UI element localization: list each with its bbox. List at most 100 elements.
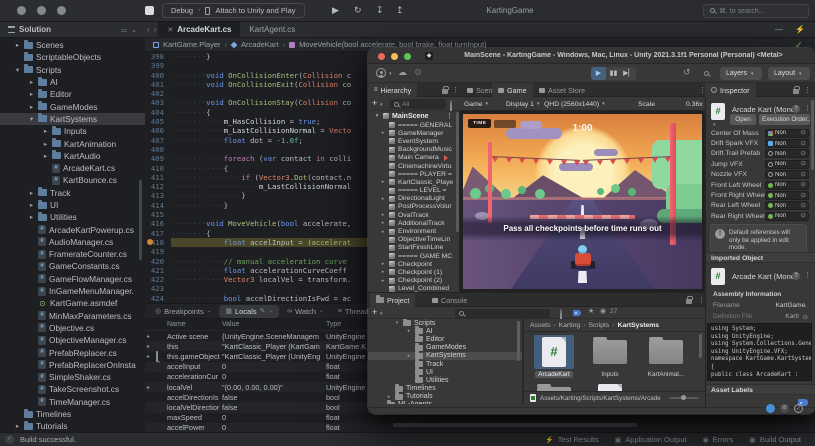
- solution-tree-item[interactable]: #KartBounce.cs: [0, 174, 145, 186]
- visibility-icon[interactable]: ◉: [600, 307, 606, 315]
- collab-account-icon[interactable]: [766, 404, 775, 413]
- step-into-icon[interactable]: ↧: [376, 4, 384, 17]
- kebab-icon[interactable]: ⋮: [804, 104, 811, 112]
- hierarchy-item[interactable]: ▸AdditionalTrack: [368, 219, 459, 227]
- kebab-icon[interactable]: ⋮: [698, 296, 705, 304]
- unity-window[interactable]: ◆ MainScene - KartingGame - Windows, Mac…: [368, 48, 815, 414]
- hierarchy-item[interactable]: StartFinishLine: [368, 244, 459, 252]
- hierarchy-item[interactable]: BackgroundMusic: [368, 146, 459, 154]
- inspector-property[interactable]: Front Left WheelNon⊙: [711, 180, 809, 190]
- object-field[interactable]: Non⊙: [765, 212, 809, 221]
- inspector-property[interactable]: Center Of MassNon⊙: [711, 128, 809, 138]
- project-tree-item[interactable]: Timelines: [368, 385, 522, 393]
- debug-tab-breakpoints[interactable]: ◎Breakpoints⌄: [149, 305, 217, 318]
- hierarchy-item[interactable]: ▸Checkpoint (1): [368, 268, 459, 276]
- solution-tree-item[interactable]: ⊙KartGame.asmdef: [0, 297, 145, 309]
- inspector-scrollbar[interactable]: [811, 100, 814, 170]
- tab-scene[interactable]: Scene: [461, 83, 492, 97]
- hierarchy-item[interactable]: ObjectiveTimeLin: [368, 236, 459, 244]
- solution-tree-item[interactable]: #MinMaxParameters.cs: [0, 310, 145, 322]
- lock-icon[interactable]: [686, 299, 692, 304]
- hide-icon[interactable]: —: [775, 25, 783, 34]
- solution-tree-item[interactable]: ▸GameModes: [0, 100, 145, 112]
- hierarchy-item[interactable]: ▸OvalTrack: [368, 211, 459, 219]
- hierarchy-item[interactable]: CinemachineVirtu: [368, 162, 459, 170]
- solution-tree-item[interactable]: #FramerateCounter.cs: [0, 248, 145, 260]
- solution-tree-item[interactable]: #ObjectiveManager.cs: [0, 334, 145, 346]
- target-icon[interactable]: ⊙: [803, 313, 808, 321]
- asset-grid-scrollbar[interactable]: [699, 334, 702, 358]
- hierarchy-item[interactable]: Main Camera: [368, 154, 459, 162]
- hierarchy-item[interactable]: ===== PLAYER =: [368, 170, 459, 178]
- bolt-icon[interactable]: ⚡: [795, 25, 805, 34]
- services-icon[interactable]: ⚙: [414, 66, 422, 78]
- window-close-button[interactable]: [17, 6, 26, 15]
- tab-asset-store[interactable]: Asset Store: [533, 83, 605, 97]
- inspector-property[interactable]: Rear Left WheelNon⊙: [711, 201, 809, 211]
- solution-tree-item[interactable]: ▸KartAnimation: [0, 137, 145, 149]
- play-button[interactable]: ▶: [591, 67, 606, 80]
- solution-tree-item[interactable]: #AudioManager.cs: [0, 236, 145, 248]
- execution-order-button[interactable]: Execution Order...: [759, 114, 810, 125]
- view-options-icon[interactable]: ⚏: [121, 26, 127, 34]
- display-dropdown[interactable]: Display 1 ▾: [506, 99, 539, 109]
- solution-tree-item[interactable]: #GameConstants.cs: [0, 260, 145, 272]
- asset-item[interactable]: KartAnimat...: [642, 335, 690, 378]
- tab-project[interactable]: Project: [370, 293, 415, 307]
- inspector-property[interactable]: Front Right WheelNon⊙: [711, 190, 809, 200]
- statusbar-errors[interactable]: ◉Errors: [703, 435, 734, 444]
- object-field[interactable]: Non⊙: [765, 201, 809, 210]
- hierarchy-item[interactable]: ===== GAME MC: [368, 252, 459, 260]
- variable-row[interactable]: maxSpeed0float: [145, 413, 815, 423]
- unity-minimize-button[interactable]: [391, 53, 398, 60]
- thumbnail-size-slider[interactable]: [669, 397, 699, 399]
- hierarchy-item[interactable]: ▸DirectionalLight: [368, 195, 459, 203]
- hierarchy-item[interactable]: ===== LEVEL =: [368, 187, 459, 195]
- hierarchy-item[interactable]: ▸Checkpoint: [368, 260, 459, 268]
- project-tree-item[interactable]: UI: [368, 368, 522, 376]
- definition-file-value[interactable]: KartI: [785, 313, 799, 320]
- step-button[interactable]: ▶▏: [621, 67, 636, 80]
- statusbar-build-output[interactable]: ▣Build Output: [749, 435, 801, 444]
- object-field[interactable]: Non⊙: [765, 149, 809, 158]
- object-field[interactable]: Non⊙: [765, 181, 809, 190]
- project-tree-item[interactable]: ▸KartSystems: [368, 352, 522, 360]
- run-button[interactable]: ▶: [332, 4, 339, 17]
- solution-tree-item[interactable]: ▸Tutorials: [0, 420, 145, 432]
- inspector-property[interactable]: Drift Trail PrefabNon⊙: [711, 149, 809, 159]
- solution-tree-item[interactable]: ▸KartAudio: [0, 150, 145, 162]
- project-tree-item[interactable]: ▸Tutorials: [368, 393, 522, 401]
- editor-tab-arcadekart-cs[interactable]: ✕ArcadeKart.cs: [158, 22, 240, 38]
- inspector-property[interactable]: Nozzle VFXNon⊙: [711, 170, 809, 180]
- object-field[interactable]: Non⊙: [765, 191, 809, 200]
- solution-panel-header[interactable]: Solution ⚏ ⌄: [0, 22, 145, 37]
- progress-check-icon[interactable]: ✓: [794, 404, 803, 413]
- solution-tree-item[interactable]: #ArcadeKartPowerup.cs: [0, 223, 145, 235]
- add-icon[interactable]: +: [372, 307, 377, 317]
- hierarchy-scene-row[interactable]: ▼MainScene⋮: [368, 111, 459, 121]
- cloud-icon[interactable]: ☁: [398, 66, 407, 78]
- label-filter-icon[interactable]: [573, 310, 581, 316]
- pause-button[interactable]: ▮▮: [606, 67, 621, 80]
- window-zoom-button[interactable]: [57, 6, 66, 15]
- solution-scrollbar[interactable]: [139, 180, 142, 260]
- lock-icon[interactable]: [442, 89, 448, 94]
- solution-tree-item[interactable]: Timelines: [0, 408, 145, 420]
- solution-tree-item[interactable]: ▸Track: [0, 187, 145, 199]
- nav-back-icon[interactable]: ‹: [145, 25, 152, 34]
- object-field[interactable]: Non⊙: [765, 129, 809, 138]
- solution-tree-item[interactable]: #PrefabReplacerOnInsta: [0, 359, 145, 371]
- debug-tab-watch[interactable]: ∞Watch⌄: [281, 305, 330, 318]
- project-tree-scrollbar[interactable]: [517, 321, 520, 361]
- editor-tab-kartagent-cs[interactable]: KartAgent.cs: [240, 22, 304, 38]
- solution-tree-item[interactable]: ▾KartSystems: [0, 113, 145, 125]
- asset-item[interactable]: [530, 382, 578, 391]
- game-render[interactable]: 1:00 TIME Pass all checkpoints before ti…: [463, 114, 702, 289]
- project-tree-item[interactable]: Utilities: [368, 376, 522, 384]
- search-input[interactable]: ⌘. to search...: [703, 4, 809, 18]
- solution-tree-item[interactable]: #Objective.cs: [0, 322, 145, 334]
- solution-tree-item[interactable]: ▸Editor: [0, 88, 145, 100]
- kebab-icon[interactable]: ⋮: [452, 86, 459, 94]
- project-tree-item[interactable]: ▸ML-Agents: [368, 401, 522, 404]
- solution-tree-item[interactable]: #InGameMenuManager.: [0, 285, 145, 297]
